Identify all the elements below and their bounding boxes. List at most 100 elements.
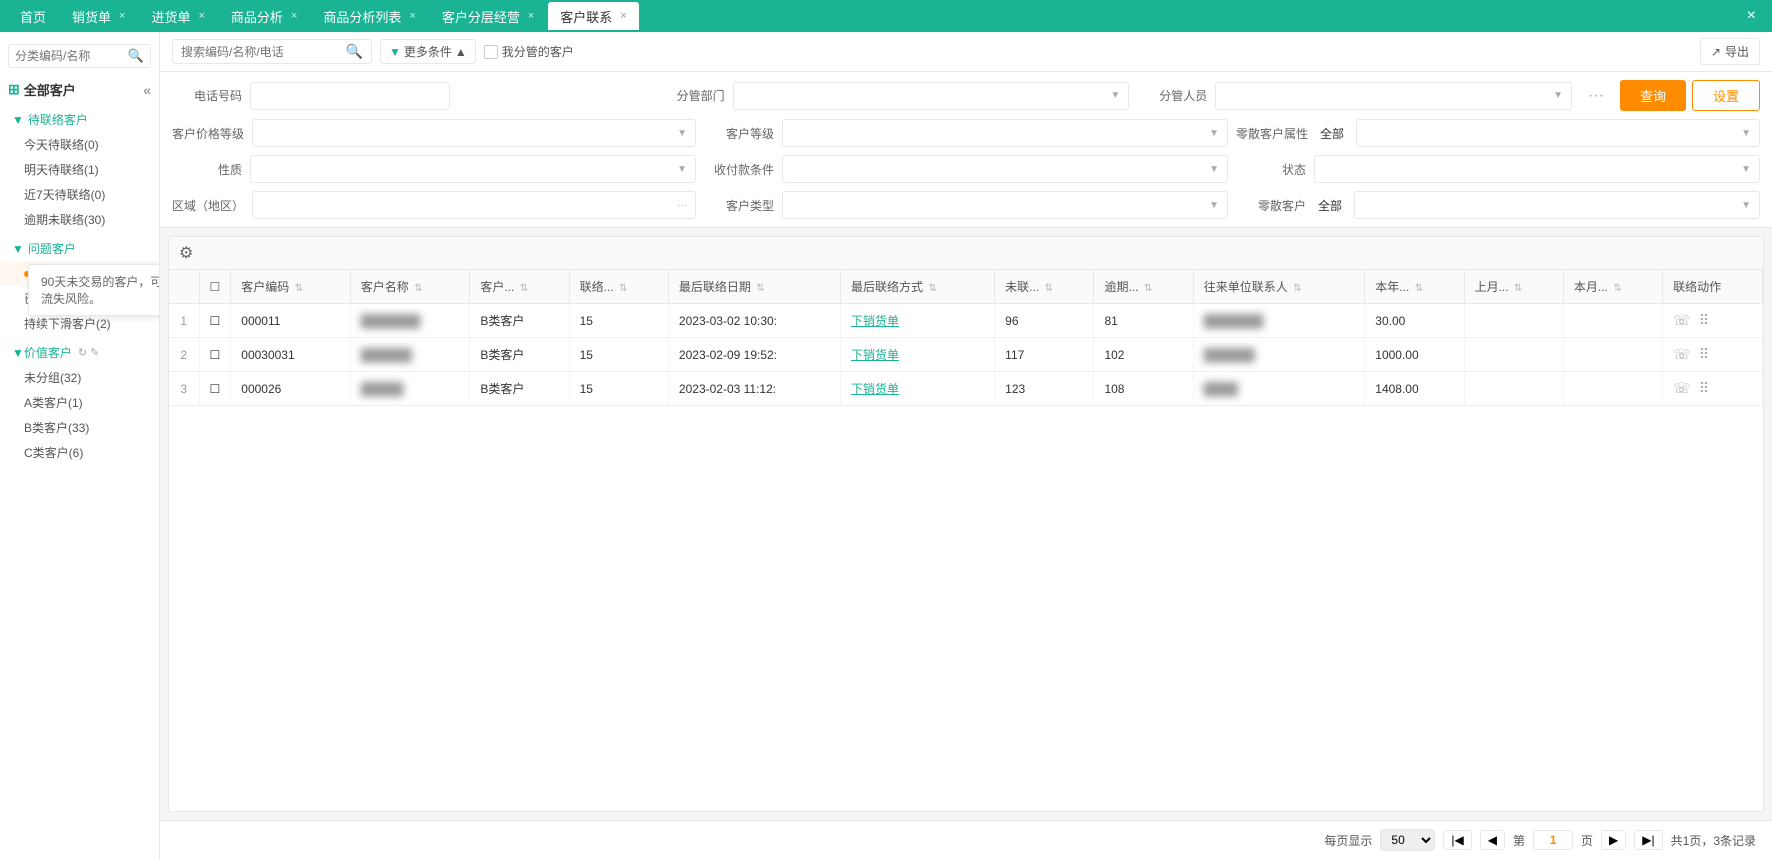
- td-checkbox[interactable]: ☐: [199, 372, 231, 406]
- edit-icon[interactable]: ✎: [90, 346, 99, 359]
- nav-tab-analysis[interactable]: 商品分析 ×: [219, 2, 309, 30]
- nav-tab-customer-tier[interactable]: 客户分层经营 ×: [430, 2, 546, 30]
- td-this-month: [1563, 372, 1662, 406]
- table-settings-icon[interactable]: ⚙: [179, 243, 193, 263]
- select-customer-level[interactable]: ▼: [782, 119, 1228, 147]
- select-customer-type[interactable]: ▼: [782, 191, 1228, 219]
- checkbox-icon: [484, 45, 498, 59]
- search-input[interactable]: [181, 45, 342, 59]
- close-tab-analysis[interactable]: ×: [291, 10, 297, 22]
- td-last-month: [1464, 304, 1563, 338]
- close-tab-purchase[interactable]: ×: [198, 10, 204, 22]
- nav-tab-sales[interactable]: 销货单 ×: [60, 2, 137, 30]
- select-region[interactable]: ···: [252, 191, 696, 219]
- select-retail-customer[interactable]: ▼: [1354, 191, 1760, 219]
- header-checkbox[interactable]: ☐: [210, 280, 221, 294]
- export-button[interactable]: ↗ 导出: [1700, 38, 1760, 65]
- action-contact-icon[interactable]: ☏: [1673, 346, 1691, 363]
- close-tab-customer-contact[interactable]: ×: [620, 10, 626, 22]
- action-more-icon[interactable]: ⠿: [1699, 380, 1709, 397]
- sidebar-root[interactable]: ⊞ 全部客户 «: [0, 76, 159, 103]
- first-page-button[interactable]: |◀: [1443, 830, 1471, 850]
- sidebar-group-problem-title[interactable]: ▼ 问题客户: [0, 236, 159, 261]
- filter-payment: 收付款条件 ▼: [704, 155, 1228, 183]
- per-page-select[interactable]: 50 100: [1380, 829, 1435, 851]
- th-code[interactable]: 客户编码 ⇅: [231, 270, 351, 304]
- sidebar: 🔍 ⊞ 全部客户 « ▼ 待联络客户 今天待联络(0) 明天待联络(1) 近7天…: [0, 32, 160, 859]
- select-manager[interactable]: ▼: [1215, 82, 1572, 110]
- action-more-icon[interactable]: ⠿: [1699, 346, 1709, 363]
- page-label: 第: [1513, 832, 1525, 849]
- content-area: 🔍 ▼ 更多条件 ▲ 我分管的客户 ↗ 导出 电话号码: [160, 32, 1772, 859]
- th-unit-contact[interactable]: 往来单位联系人 ⇅: [1193, 270, 1365, 304]
- more-conditions-button[interactable]: ▼ 更多条件 ▲: [380, 39, 476, 64]
- td-checkbox[interactable]: ☐: [199, 338, 231, 372]
- sidebar-item-7days[interactable]: 近7天待联络(0): [0, 182, 159, 207]
- next-page-button[interactable]: ▶: [1601, 830, 1626, 850]
- td-last-contact-method[interactable]: 下销货单: [840, 372, 994, 406]
- sidebar-item-today[interactable]: 今天待联络(0): [0, 132, 159, 157]
- th-last-month[interactable]: 上月... ⇅: [1464, 270, 1563, 304]
- refresh-icon[interactable]: ↻: [78, 346, 87, 359]
- th-this-year[interactable]: 本年... ⇅: [1365, 270, 1464, 304]
- sidebar-item-class-c[interactable]: C类客户(6): [0, 440, 159, 465]
- nav-tab-customer-contact[interactable]: 客户联系 ×: [548, 2, 638, 30]
- close-tab-analysis-list[interactable]: ×: [409, 10, 415, 22]
- last-page-button[interactable]: ▶|: [1634, 830, 1662, 850]
- my-customers-checkbox[interactable]: 我分管的客户: [484, 43, 574, 60]
- sidebar-group-value-title[interactable]: ▼ 价值客户 ↻ ✎: [0, 340, 159, 365]
- nav-tab-analysis-list[interactable]: 商品分析列表 ×: [311, 2, 427, 30]
- sidebar-item-class-b[interactable]: B类客户(33): [0, 415, 159, 440]
- arrow-down-icon3: ▼: [12, 346, 24, 360]
- th-contact[interactable]: 联络... ⇅: [569, 270, 668, 304]
- th-last-contact-date[interactable]: 最后联络日期 ⇅: [668, 270, 840, 304]
- select-nature[interactable]: ▼: [250, 155, 696, 183]
- sidebar-item-ungrouped[interactable]: 未分组(32): [0, 365, 159, 390]
- sidebar-search-input[interactable]: [15, 49, 128, 63]
- action-contact-icon[interactable]: ☏: [1673, 380, 1691, 397]
- input-phone[interactable]: [250, 82, 450, 110]
- th-uncontacted[interactable]: 未联... ⇅: [995, 270, 1094, 304]
- search-input-wrap: 🔍: [172, 39, 372, 64]
- search-button[interactable]: 🔍: [346, 43, 363, 60]
- chevron-down-icon7: ▼: [1209, 164, 1219, 175]
- chevron-down-icon9: ···: [677, 200, 687, 211]
- th-this-month[interactable]: 本月... ⇅: [1563, 270, 1662, 304]
- close-all-button[interactable]: ×: [1739, 7, 1764, 25]
- sidebar-group-value: ▼ 价值客户 ↻ ✎ 未分组(32) A类客户(1) B类客户(33) C类客户…: [0, 340, 159, 465]
- th-last-contact-method[interactable]: 最后联络方式 ⇅: [840, 270, 994, 304]
- sidebar-collapse-button[interactable]: «: [143, 82, 151, 98]
- sidebar-item-class-a[interactable]: A类客户(1): [0, 390, 159, 415]
- action-more-icon[interactable]: ⠿: [1699, 312, 1709, 329]
- action-contact-icon[interactable]: ☏: [1673, 312, 1691, 329]
- select-status[interactable]: ▼: [1314, 155, 1760, 183]
- select-payment[interactable]: ▼: [782, 155, 1228, 183]
- sidebar-item-tomorrow[interactable]: 明天待联络(1): [0, 157, 159, 182]
- close-tab-sales[interactable]: ×: [119, 10, 125, 22]
- close-tab-customer-tier[interactable]: ×: [528, 10, 534, 22]
- nav-home[interactable]: 首页: [8, 7, 58, 26]
- nav-tab-purchase[interactable]: 进货单 ×: [139, 2, 216, 30]
- select-price-level[interactable]: ▼: [252, 119, 696, 147]
- td-uncontacted: 123: [995, 372, 1094, 406]
- td-last-contact-method[interactable]: 下销货单: [840, 338, 994, 372]
- th-type[interactable]: 客户... ⇅: [470, 270, 569, 304]
- td-checkbox[interactable]: ☐: [199, 304, 231, 338]
- select-retail-attr[interactable]: ▼: [1356, 119, 1760, 147]
- sidebar-group-pending-title[interactable]: ▼ 待联络客户: [0, 107, 159, 132]
- select-dept[interactable]: ▼: [733, 82, 1130, 110]
- page-number-input[interactable]: [1533, 830, 1573, 850]
- more-icon[interactable]: ···: [1580, 87, 1612, 105]
- th-overdue[interactable]: 逾期... ⇅: [1094, 270, 1193, 304]
- adv-filter-row-4: 区域（地区） ··· 客户类型 ▼ 零散客户 全部: [172, 191, 1760, 219]
- prev-page-button[interactable]: ◀: [1480, 830, 1505, 850]
- settings-button[interactable]: 设置: [1692, 80, 1760, 111]
- query-button[interactable]: 查询: [1620, 80, 1686, 111]
- th-name[interactable]: 客户名称 ⇅: [350, 270, 470, 304]
- sort-icon-method: ⇅: [928, 283, 936, 294]
- th-checkbox[interactable]: ☐: [199, 270, 231, 304]
- td-last-contact-method[interactable]: 下销货单: [840, 304, 994, 338]
- sort-icon-date: ⇅: [756, 283, 764, 294]
- sidebar-item-overdue[interactable]: 逾期未联络(30): [0, 207, 159, 232]
- filter-manager: 分管人员 ▼ ···: [1137, 82, 1612, 110]
